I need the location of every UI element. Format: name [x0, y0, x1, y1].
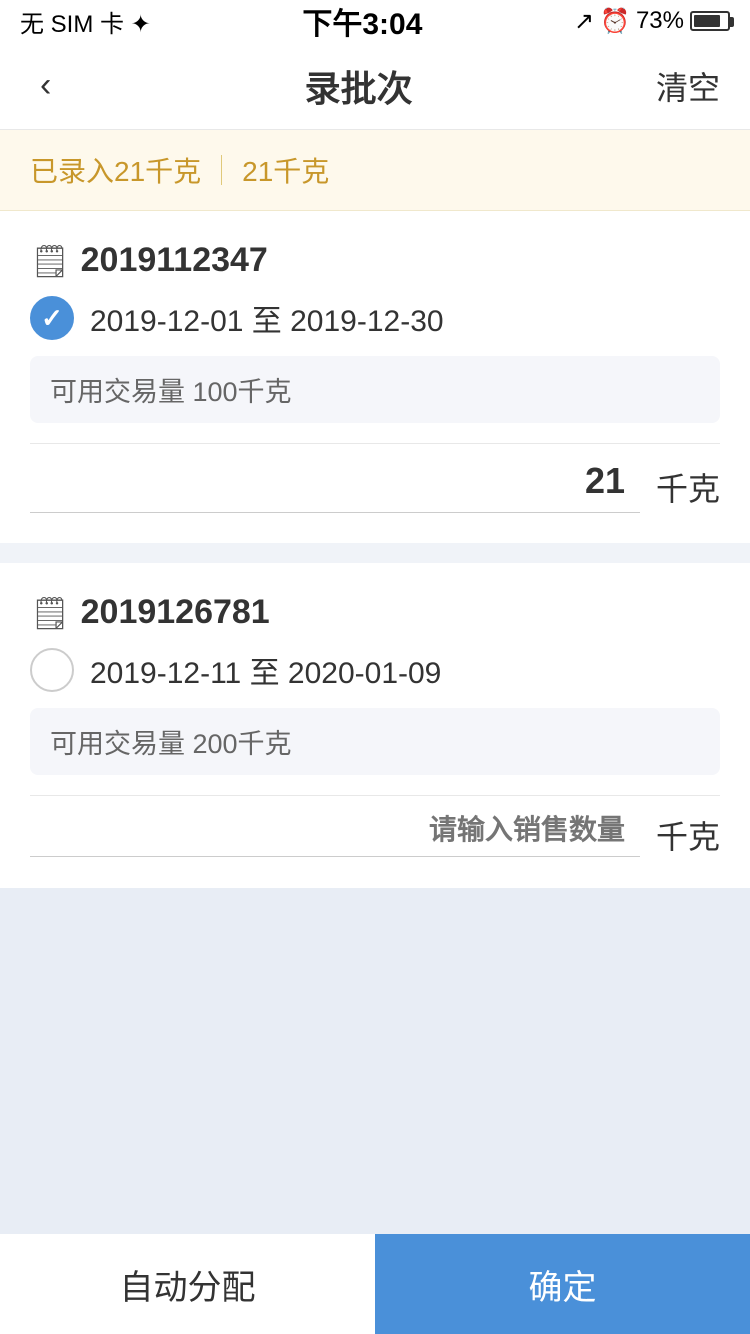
batch-1-icon: 🗒	[30, 242, 71, 280]
batch-2-row[interactable]: 2019-12-11 至 2020-01-09	[30, 648, 720, 692]
batch-2-icon: 🗒	[30, 594, 71, 632]
batch-1-quantity-input[interactable]	[540, 460, 640, 502]
status-right: ↗ ⏰ 73%	[574, 7, 730, 36]
batch-1-unit: 千克	[656, 464, 720, 510]
battery-icon	[690, 11, 730, 31]
batch-2-date: 2019-12-11 至 2020-01-09	[90, 648, 441, 692]
status-left: 无 SIM 卡 ✦	[20, 4, 151, 39]
batch-card-2: 🗒 2019126781 2019-12-11 至 2020-01-09 可用交…	[0, 563, 750, 888]
batch-card-1: 🗒 2019112347 2019-12-01 至 2019-12-30 可用交…	[0, 211, 750, 543]
auto-distribute-button[interactable]: 自动分配	[0, 1234, 375, 1334]
batch-1-row[interactable]: 2019-12-01 至 2019-12-30	[30, 296, 720, 340]
entered-label: 已录入21千克	[30, 150, 201, 190]
alarm-icon: ⏰	[600, 7, 630, 36]
status-time: 下午3:04	[302, 0, 422, 43]
batch-2-quantity-row: 千克	[30, 795, 720, 868]
status-bar: 无 SIM 卡 ✦ 下午3:04 ↗ ⏰ 73%	[0, 0, 750, 42]
batch-2-id: 2019126781	[81, 593, 270, 632]
back-button[interactable]: ‹	[30, 56, 61, 115]
batch-1-availability: 可用交易量 100千克	[30, 356, 720, 423]
batch-2-unit: 千克	[656, 812, 720, 858]
batch-2-header: 🗒 2019126781	[30, 593, 720, 632]
section-separator-1	[0, 543, 750, 563]
bottom-bar: 自动分配 确定	[0, 1234, 750, 1334]
batch-1-header: 🗒 2019112347	[30, 241, 720, 280]
batch-1-id: 2019112347	[81, 241, 268, 280]
sim-label: 无 SIM 卡 ✦	[20, 4, 151, 39]
clear-button[interactable]: 清空	[656, 63, 720, 109]
batch-2-availability: 可用交易量 200千克	[30, 708, 720, 775]
batch-1-quantity-row: 千克	[30, 443, 720, 523]
batch-1-radio[interactable]	[30, 296, 74, 340]
page-title: 录批次	[305, 60, 413, 112]
nav-bar: ‹ 录批次 清空	[0, 42, 750, 130]
info-divider	[221, 155, 222, 185]
confirm-button[interactable]: 确定	[375, 1234, 750, 1334]
batch-2-quantity-input[interactable]	[360, 814, 640, 846]
info-banner: 已录入21千克 21千克	[0, 130, 750, 211]
total-label: 21千克	[242, 150, 329, 190]
batch-1-date: 2019-12-01 至 2019-12-30	[90, 296, 444, 340]
batch-2-radio[interactable]	[30, 648, 74, 692]
battery-label: 73%	[636, 7, 684, 35]
location-icon: ↗	[574, 7, 594, 36]
